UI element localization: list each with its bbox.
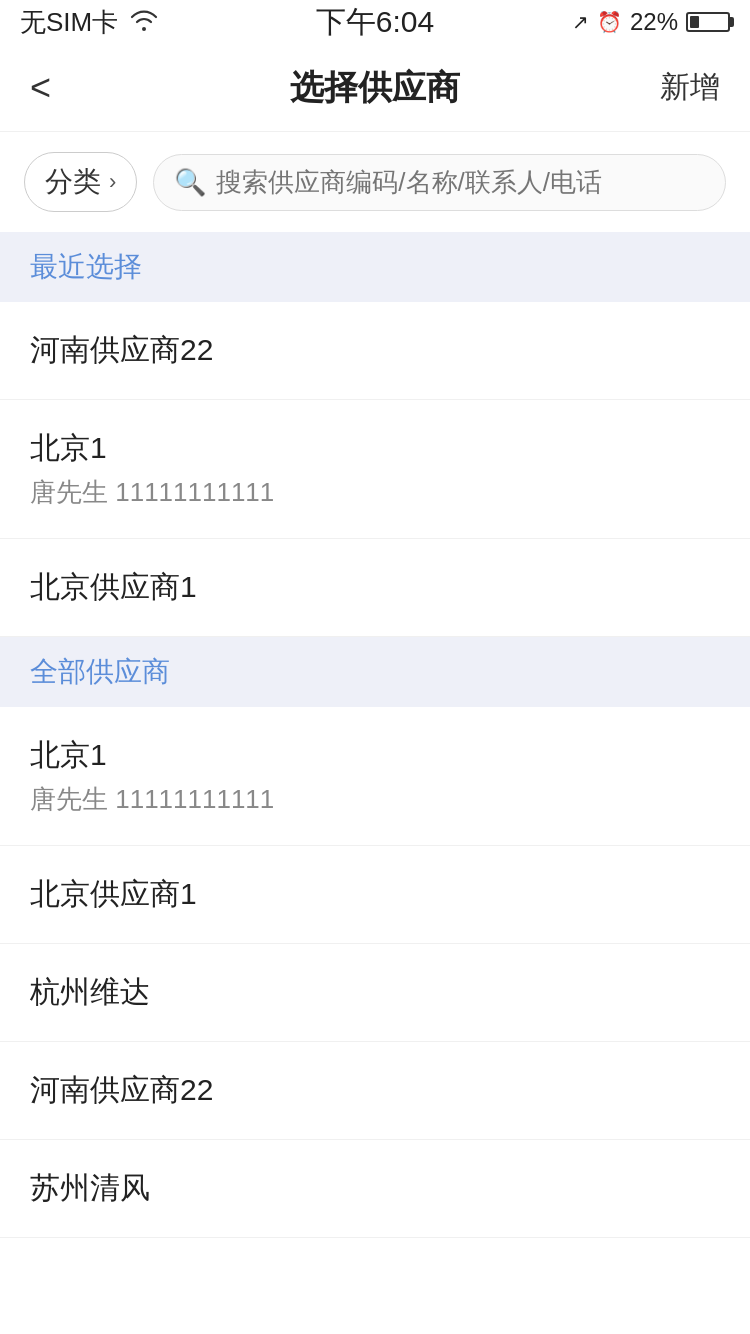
list-item[interactable]: 北京1 唐先生 11111111111 — [0, 400, 750, 539]
status-time: 下午6:04 — [316, 2, 434, 43]
item-name: 北京1 — [30, 735, 720, 776]
carrier-text: 无SIM卡 — [20, 5, 118, 40]
location-icon: ↗ — [572, 10, 589, 34]
item-subtitle: 唐先生 11111111111 — [30, 782, 720, 817]
item-name: 北京供应商1 — [30, 567, 720, 608]
status-bar: 无SIM卡 下午6:04 ↗ ⏰ 22% — [0, 0, 750, 44]
battery-percent: 22% — [630, 8, 678, 36]
chevron-right-icon: › — [109, 169, 116, 195]
search-input[interactable] — [216, 167, 705, 198]
nav-bar: < 选择供应商 新增 — [0, 44, 750, 132]
item-name: 北京1 — [30, 428, 720, 469]
item-name: 苏州清风 — [30, 1168, 720, 1209]
filter-bar: 分类 › 🔍 — [0, 132, 750, 232]
item-name: 河南供应商22 — [30, 330, 720, 371]
section-header-recent: 最近选择 — [0, 232, 750, 302]
search-box[interactable]: 🔍 — [153, 154, 726, 211]
alarm-icon: ⏰ — [597, 10, 622, 34]
list-item[interactable]: 北京供应商1 — [0, 539, 750, 637]
wifi-icon — [128, 7, 160, 38]
list-item[interactable]: 北京1 唐先生 11111111111 — [0, 707, 750, 846]
category-filter-button[interactable]: 分类 › — [24, 152, 137, 212]
item-name: 杭州维达 — [30, 972, 720, 1013]
item-name: 北京供应商1 — [30, 874, 720, 915]
supplier-list: 最近选择河南供应商22 北京1 唐先生 11111111111 北京供应商1 全部供应商… — [0, 232, 750, 1238]
list-item[interactable]: 河南供应商22 — [0, 1042, 750, 1140]
item-subtitle: 唐先生 11111111111 — [30, 475, 720, 510]
category-label: 分类 — [45, 163, 101, 201]
item-name: 河南供应商22 — [30, 1070, 720, 1111]
page-title: 选择供应商 — [290, 65, 460, 111]
add-button[interactable]: 新增 — [660, 67, 720, 108]
status-left: 无SIM卡 — [20, 5, 160, 40]
list-item[interactable]: 苏州清风 — [0, 1140, 750, 1238]
section-header-all: 全部供应商 — [0, 637, 750, 707]
status-right: ↗ ⏰ 22% — [572, 8, 730, 36]
list-item[interactable]: 杭州维达 — [0, 944, 750, 1042]
back-button[interactable]: < — [30, 67, 90, 109]
list-item[interactable]: 河南供应商22 — [0, 302, 750, 400]
battery-icon — [686, 12, 730, 32]
search-icon: 🔍 — [174, 167, 206, 198]
list-item[interactable]: 北京供应商1 — [0, 846, 750, 944]
